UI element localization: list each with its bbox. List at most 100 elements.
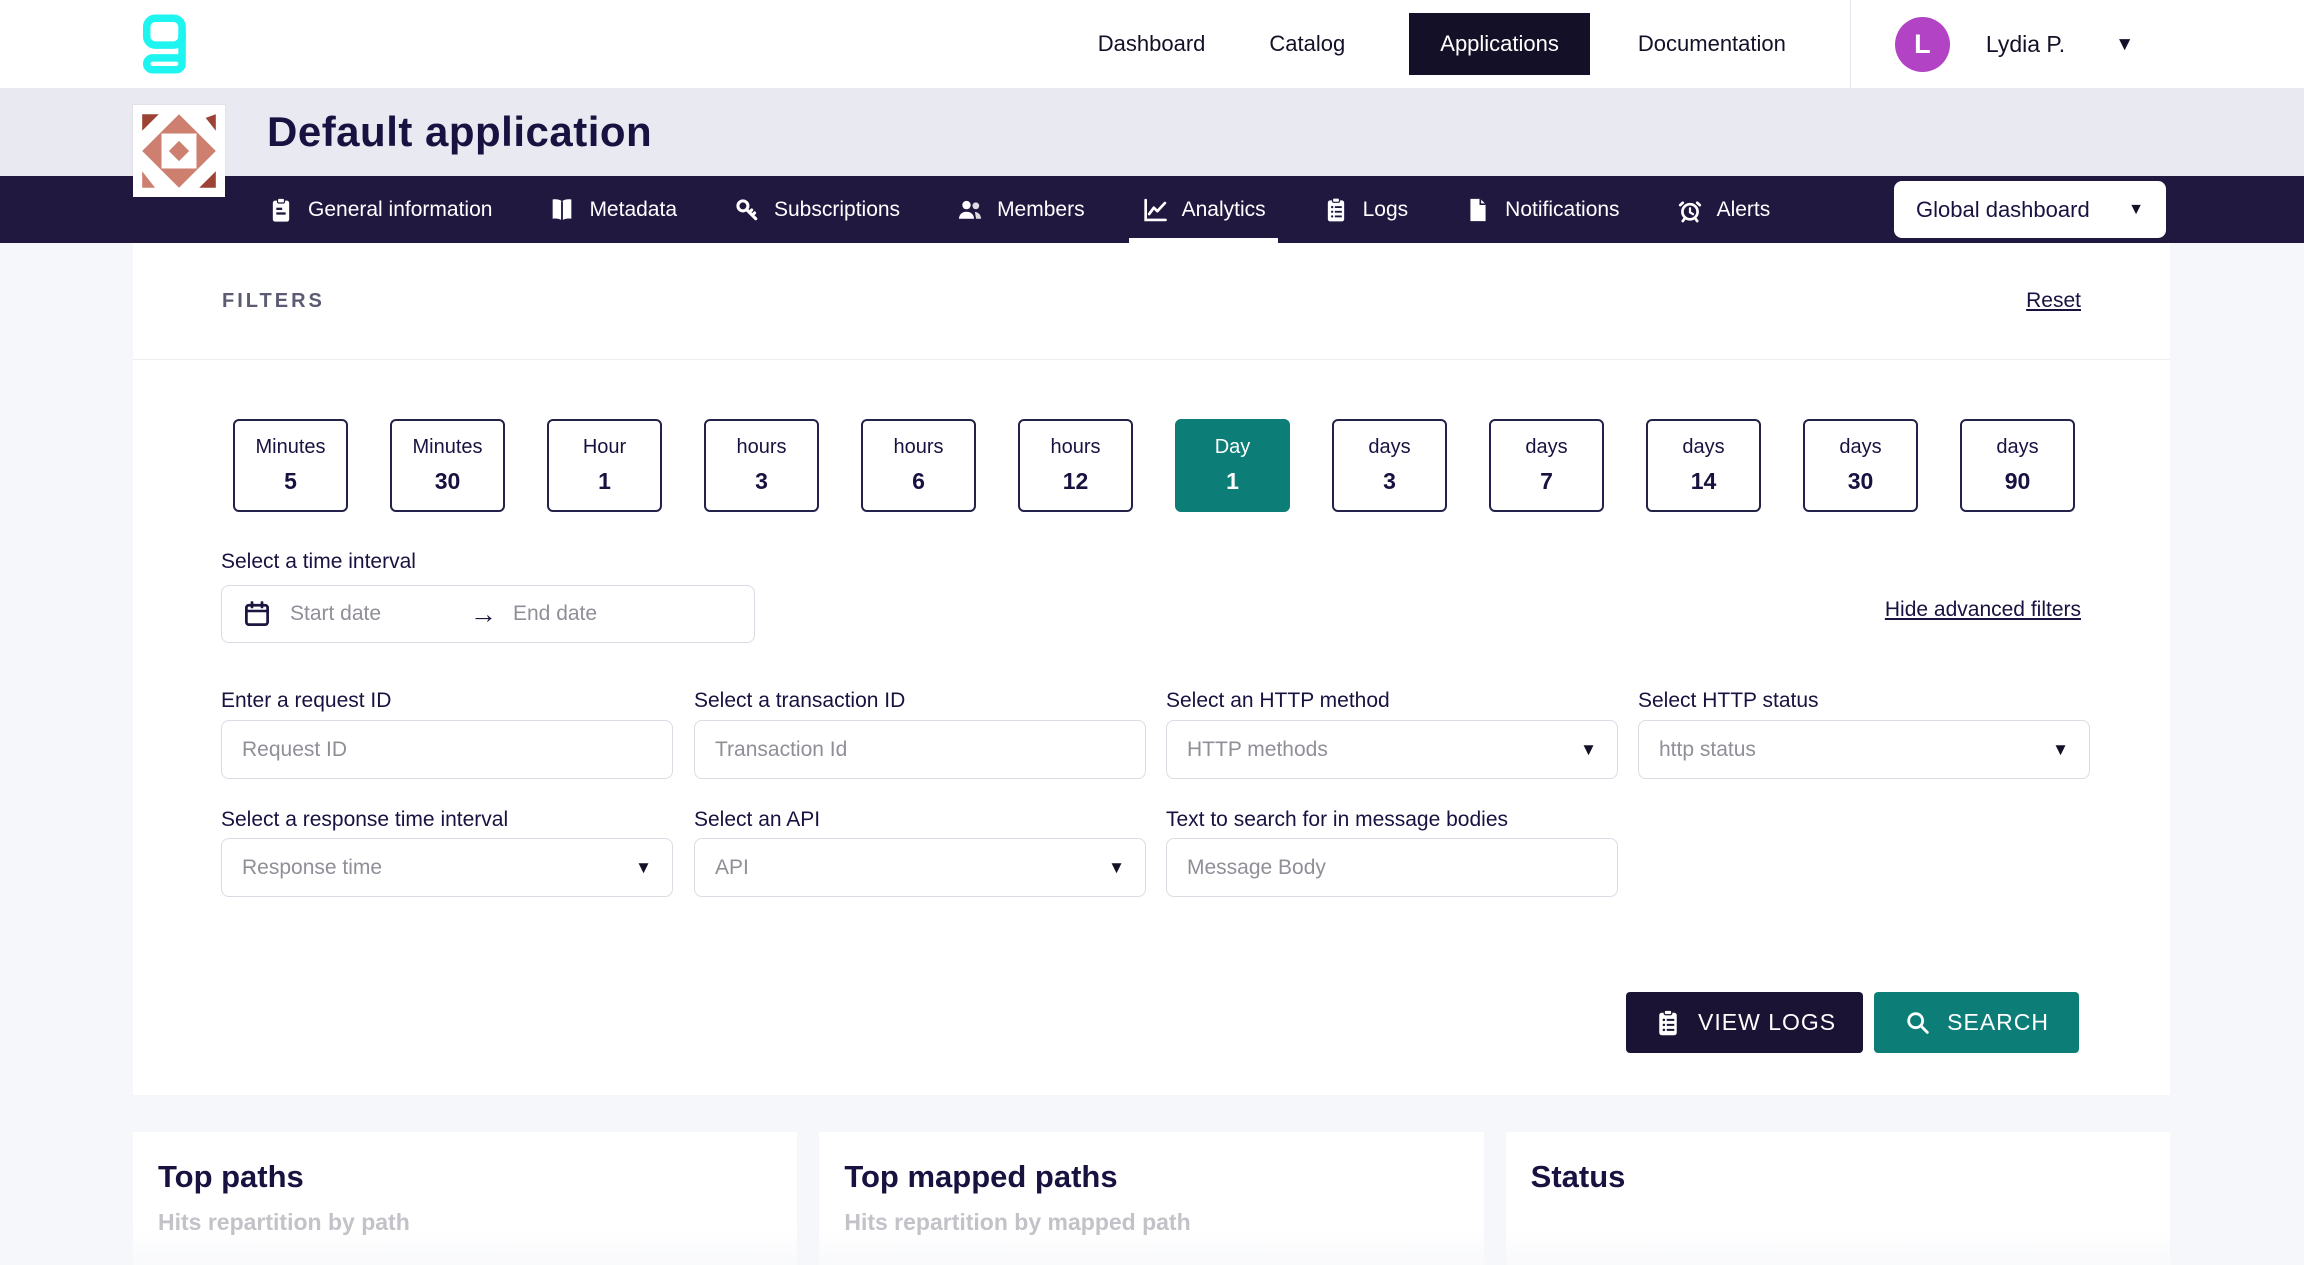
nav-item-label: Dashboard [1098, 31, 1206, 57]
page-title: Default application [267, 88, 652, 176]
tab-label: Alerts [1717, 198, 1771, 222]
clipboard-icon [267, 196, 295, 224]
card-title: Top paths [158, 1159, 797, 1195]
nav-item-label: Applications [1440, 31, 1559, 57]
api-select-value: API [715, 856, 1108, 880]
request-id-label: Enter a request ID [221, 689, 391, 713]
nav-item-label: Catalog [1269, 31, 1345, 57]
search-label: SEARCH [1947, 1009, 2049, 1036]
http-method-select-value: HTTP methods [1187, 738, 1580, 762]
tab-label: Subscriptions [774, 198, 900, 222]
time-button-days-3[interactable]: days3 [1332, 419, 1447, 512]
members-icon [956, 196, 984, 224]
user-menu-caret-icon[interactable]: ▼ [2115, 35, 2134, 54]
view-logs-button[interactable]: VIEW LOGS [1626, 992, 1863, 1053]
calendar-icon [242, 599, 272, 629]
time-button-value: 1 [598, 468, 611, 495]
time-button-day-1[interactable]: Day1 [1175, 419, 1290, 512]
time-button-hours-6[interactable]: hours6 [861, 419, 976, 512]
dashboard-select[interactable]: Global dashboard ▼ [1894, 181, 2166, 238]
time-button-value: 3 [755, 468, 768, 495]
time-button-value: 30 [435, 468, 461, 495]
time-button-days-30[interactable]: days30 [1803, 419, 1918, 512]
time-button-days-90[interactable]: days90 [1960, 419, 2075, 512]
time-button-unit: hours [736, 436, 786, 459]
api-label: Select an API [694, 808, 820, 832]
time-button-days-7[interactable]: days 7 [1489, 419, 1604, 512]
time-button-unit: Hour [583, 436, 626, 459]
chevron-down-icon: ▼ [2128, 202, 2144, 218]
time-button-unit: days [1525, 436, 1567, 459]
avatar-initial: L [1914, 29, 1931, 60]
hide-advanced-filters-link[interactable]: Hide advanced filters [1885, 598, 2081, 622]
time-button-unit: hours [1050, 436, 1100, 459]
key-icon [733, 196, 761, 224]
time-button-hours-12[interactable]: hours12 [1018, 419, 1133, 512]
user-avatar[interactable]: L [1895, 17, 1950, 72]
time-button-unit: days [1682, 436, 1724, 459]
response-time-label: Select a response time interval [221, 808, 508, 832]
tab-alerts[interactable]: Alerts [1676, 176, 1771, 243]
start-date-input[interactable] [290, 602, 440, 626]
time-button-hour-1[interactable]: Hour 1 [547, 419, 662, 512]
application-avatar [133, 105, 225, 197]
nav-divider [1850, 0, 1851, 88]
search-button[interactable]: SEARCH [1874, 992, 2079, 1053]
time-button-unit: days [1996, 436, 2038, 459]
filter-actions: VIEW LOGS SEARCH [1626, 992, 2079, 1053]
gravitee-logo-icon[interactable] [140, 14, 192, 74]
time-button-days-14[interactable]: days14 [1646, 419, 1761, 512]
tab-members[interactable]: Members [956, 176, 1085, 243]
chevron-down-icon: ▼ [635, 859, 652, 876]
tab-analytics[interactable]: Analytics [1141, 176, 1266, 243]
time-button-hours-3[interactable]: hours 3 [704, 419, 819, 512]
time-range-buttons: Minutes5 Minutes 30 Hour 1 hours 3 hours6 h… [233, 419, 2075, 512]
tab-label: Analytics [1182, 198, 1266, 222]
http-status-select[interactable]: http status ▼ [1638, 720, 2090, 779]
time-button-unit: hours [893, 436, 943, 459]
tab-notifications[interactable]: Notifications [1464, 176, 1619, 243]
card-top-mapped-paths: Top mapped paths Hits repartition by map… [819, 1132, 1483, 1265]
http-method-select[interactable]: HTTP methods ▼ [1166, 720, 1618, 779]
time-button-unit: days [1368, 436, 1410, 459]
response-time-select-value: Response time [242, 856, 635, 880]
http-status-label: Select HTTP status [1638, 689, 1819, 713]
nav-item-label: Documentation [1638, 31, 1786, 57]
nav-item-documentation[interactable]: Documentation [1638, 0, 1786, 88]
time-button-minutes-5[interactable]: Minutes5 [233, 419, 348, 512]
reset-link[interactable]: Reset [2026, 289, 2081, 313]
nav-item-catalog[interactable]: Catalog [1269, 0, 1345, 88]
nav-item-dashboard[interactable]: Dashboard [1098, 0, 1206, 88]
alarm-clock-icon [1676, 196, 1704, 224]
card-subtitle: Hits repartition by mapped path [844, 1209, 1483, 1236]
date-range-input[interactable]: → [221, 585, 755, 643]
request-id-input[interactable] [221, 720, 673, 779]
filters-title: FILTERS [222, 290, 325, 313]
tab-logs[interactable]: Logs [1322, 176, 1409, 243]
top-nav: Dashboard Catalog Applications Documenta… [0, 0, 2304, 88]
api-select[interactable]: API ▼ [694, 838, 1146, 897]
time-button-value: 7 [1540, 468, 1553, 495]
filters-header: FILTERS Reset [133, 243, 2170, 360]
tab-subscriptions[interactable]: Subscriptions [733, 176, 900, 243]
end-date-input[interactable] [513, 602, 653, 626]
response-time-select[interactable]: Response time ▼ [221, 838, 673, 897]
transaction-id-input[interactable] [694, 720, 1146, 779]
time-interval-label: Select a time interval [221, 550, 416, 574]
tab-metadata[interactable]: Metadata [548, 176, 677, 243]
message-body-input[interactable] [1166, 838, 1618, 897]
tab-general-information[interactable]: General information [267, 176, 492, 243]
transaction-id-label: Select a transaction ID [694, 689, 905, 713]
tab-label: Metadata [589, 198, 677, 222]
card-subtitle: Hits repartition by path [158, 1209, 797, 1236]
time-button-unit: Minutes [255, 436, 325, 459]
time-button-minutes-30[interactable]: Minutes 30 [390, 419, 505, 512]
line-chart-icon [1141, 196, 1169, 224]
chevron-down-icon: ▼ [1108, 859, 1125, 876]
http-method-label: Select an HTTP method [1166, 689, 1390, 713]
tab-label: Logs [1363, 198, 1409, 222]
filters-panel: FILTERS Reset Minutes5 Minutes 30 Hour 1 h… [133, 243, 2170, 1095]
time-button-value: 30 [1848, 468, 1874, 495]
nav-item-applications[interactable]: Applications [1409, 13, 1590, 75]
time-button-unit: Minutes [412, 436, 482, 459]
